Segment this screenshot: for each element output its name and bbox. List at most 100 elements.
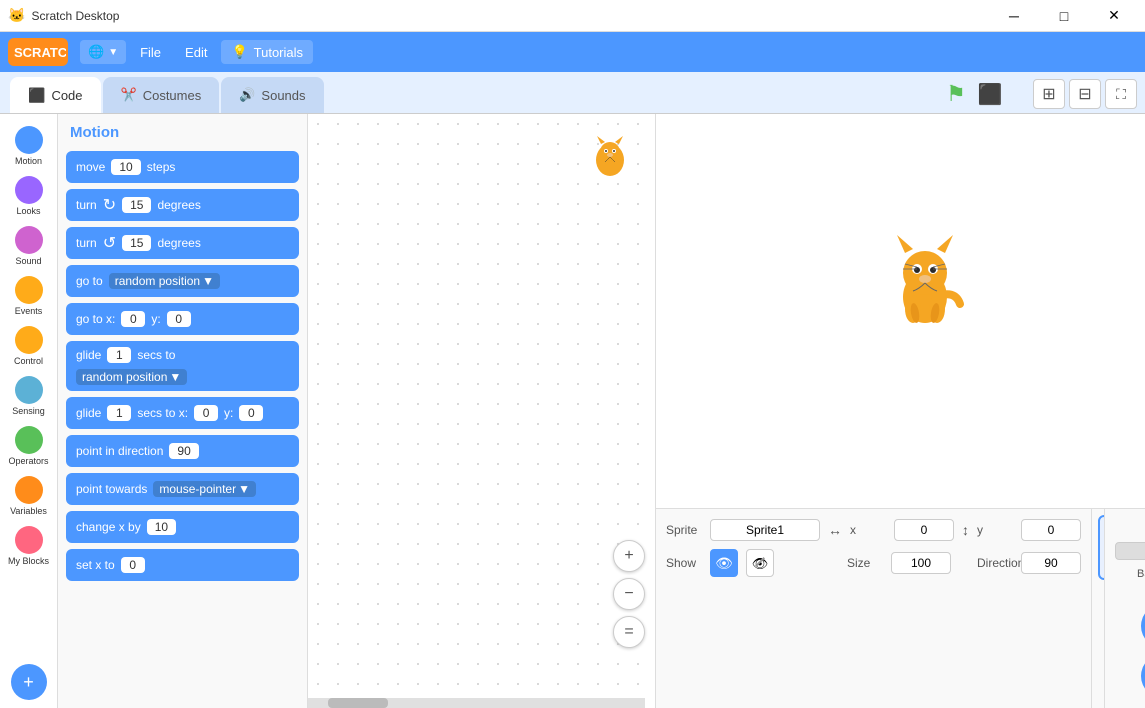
fullscreen-button[interactable]: ⛶ <box>1105 79 1137 109</box>
eye-open-icon: 👁 <box>715 555 733 572</box>
tab-costumes[interactable]: ✂️ Costumes <box>103 77 220 113</box>
x-axis-icon: ↔ <box>828 522 842 538</box>
stage-thumbnail[interactable] <box>1115 542 1145 560</box>
block-glide-random[interactable]: glide 1 secs to random position ▼ <box>66 341 299 391</box>
sprite-item-sprite1[interactable]: ✕ Sprite1 <box>1098 515 1104 580</box>
sensing-dot <box>15 376 43 404</box>
split-view-button[interactable]: ⊞ <box>1033 79 1065 109</box>
block-turn-cw[interactable]: turn ↻ 15 degrees <box>66 189 299 221</box>
events-dot <box>15 276 43 304</box>
myblocks-dot <box>15 526 43 554</box>
collapsed-view-button[interactable]: ⊟ <box>1069 79 1101 109</box>
sprite-name-row: Sprite ↔ x ↕ y <box>666 519 1081 541</box>
x-label: x <box>850 523 886 537</box>
zoom-in-button[interactable]: + <box>613 540 645 572</box>
scrollbar-thumb <box>328 698 388 708</box>
operators-label: Operators <box>8 456 48 466</box>
sounds-tab-label: Sounds <box>261 88 305 103</box>
sprite-name-label: Sprite <box>666 523 702 537</box>
stage-area <box>656 114 1145 508</box>
edit-menu[interactable]: Edit <box>175 41 217 64</box>
direction-input[interactable] <box>1021 552 1081 574</box>
file-menu[interactable]: File <box>130 41 171 64</box>
looks-dot <box>15 176 43 204</box>
sprite-name-input[interactable] <box>710 519 820 541</box>
maximize-button[interactable]: □ <box>1041 0 1087 32</box>
block-glide-xy[interactable]: glide 1 secs to x: 0 y: 0 <box>66 397 299 429</box>
app-title: Scratch Desktop <box>31 9 119 23</box>
operators-dot <box>15 426 43 454</box>
costumes-tab-label: Costumes <box>143 88 202 103</box>
sidebar-item-looks[interactable]: Looks <box>2 172 56 220</box>
tutorials-button[interactable]: 💡 Tutorials <box>221 40 313 64</box>
stop-button[interactable]: ⬛ <box>975 79 1005 109</box>
sounds-tab-icon: 🔊 <box>239 87 255 103</box>
sidebar-item-control[interactable]: Control <box>2 322 56 370</box>
fullscreen-icon: ⛶ <box>1116 86 1126 103</box>
block-changex[interactable]: change x by 10 <box>66 511 299 543</box>
sidebar-item-operators[interactable]: Operators <box>2 422 56 470</box>
backdrops-label: Backdrops <box>1137 568 1145 580</box>
add-extension-area: + <box>11 654 47 700</box>
block-turn-ccw[interactable]: turn ↺ 15 degrees <box>66 227 299 259</box>
tab-sounds[interactable]: 🔊 Sounds <box>221 77 323 113</box>
sidebar-item-events[interactable]: Events <box>2 272 56 320</box>
sidebar-item-motion[interactable]: Motion <box>2 122 56 170</box>
sprite-props-row: Show 👁 👁 Size Direction <box>666 549 1081 577</box>
sidebar-item-variables[interactable]: Variables <box>2 472 56 520</box>
globe-menu[interactable]: 🌐 ▼ <box>80 40 126 64</box>
add-backdrop-button[interactable]: 🖼 <box>1141 654 1145 698</box>
control-dot <box>15 326 43 354</box>
size-input[interactable] <box>891 552 951 574</box>
close-button[interactable]: ✕ <box>1091 0 1137 32</box>
myblocks-label: My Blocks <box>8 556 49 566</box>
block-towards[interactable]: point towards mouse-pointer ▼ <box>66 473 299 505</box>
looks-label: Looks <box>16 206 40 216</box>
block-goto[interactable]: go to random position ▼ <box>66 265 299 297</box>
svg-text:SCRATCH: SCRATCH <box>14 45 66 60</box>
sidebar-item-sound[interactable]: Sound <box>2 222 56 270</box>
add-extension-button[interactable]: + <box>11 664 47 700</box>
sound-dot <box>15 226 43 254</box>
tutorials-label: Tutorials <box>254 45 303 60</box>
show-visible-button[interactable]: 👁 <box>710 549 738 577</box>
y-input[interactable] <box>1021 519 1081 541</box>
show-hidden-button[interactable]: 👁 <box>746 549 774 577</box>
sidebar-item-sensing[interactable]: Sensing <box>2 372 56 420</box>
show-label: Show <box>666 556 702 570</box>
green-flag-button[interactable]: ⚑ <box>941 79 971 109</box>
zoom-fit-button[interactable]: = <box>613 616 645 648</box>
blocks-panel: Motion move 10 steps turn ↻ 15 degrees t… <box>58 114 308 708</box>
events-label: Events <box>15 306 43 316</box>
tab-code[interactable]: ⬛ Code <box>10 77 101 113</box>
window-controls: ─ □ ✕ <box>991 0 1137 32</box>
script-area[interactable]: + − = <box>308 114 655 708</box>
block-move[interactable]: move 10 steps <box>66 151 299 183</box>
green-flag-icon: ⚑ <box>946 81 966 107</box>
block-gotoxy[interactable]: go to x: 0 y: 0 <box>66 303 299 335</box>
direction-label: Direction <box>977 556 1013 570</box>
zoom-out-button[interactable]: − <box>613 578 645 610</box>
add-sprite-button[interactable]: 🐱 <box>1141 604 1145 648</box>
right-panel: Sprite ↔ x ↕ y Show 👁 <box>655 114 1145 708</box>
code-tab-label: Code <box>51 88 82 103</box>
sprite-panel: Sprite ↔ x ↕ y Show 👁 <box>656 508 1145 708</box>
sidebar-item-myblocks[interactable]: My Blocks <box>2 522 56 570</box>
y-axis-icon: ↕ <box>962 522 969 538</box>
motion-label: Motion <box>15 156 42 166</box>
tutorials-icon: 💡 <box>231 44 247 60</box>
minimize-button[interactable]: ─ <box>991 0 1037 32</box>
globe-icon: 🌐 <box>88 44 104 60</box>
horizontal-scrollbar[interactable] <box>308 698 645 708</box>
x-input[interactable] <box>894 519 954 541</box>
zoom-out-icon: − <box>624 585 633 603</box>
tabbar: ⬛ Code ✂️ Costumes 🔊 Sounds ⚑ ⬛ ⊞ ⊟ ⛶ <box>0 72 1145 114</box>
sprite-info: Sprite ↔ x ↕ y Show 👁 <box>656 509 1091 708</box>
stage-action-buttons: 🐱 🖼 <box>1141 596 1145 698</box>
eye-closed-icon: 👁 <box>752 555 769 572</box>
block-setx[interactable]: set x to 0 <box>66 549 299 581</box>
block-direction[interactable]: point in direction 90 <box>66 435 299 467</box>
split-view-icon: ⊞ <box>1042 84 1055 104</box>
code-tab-icon: ⬛ <box>28 87 45 104</box>
menubar: SCRATCH 🌐 ▼ File Edit 💡 Tutorials <box>0 32 1145 72</box>
